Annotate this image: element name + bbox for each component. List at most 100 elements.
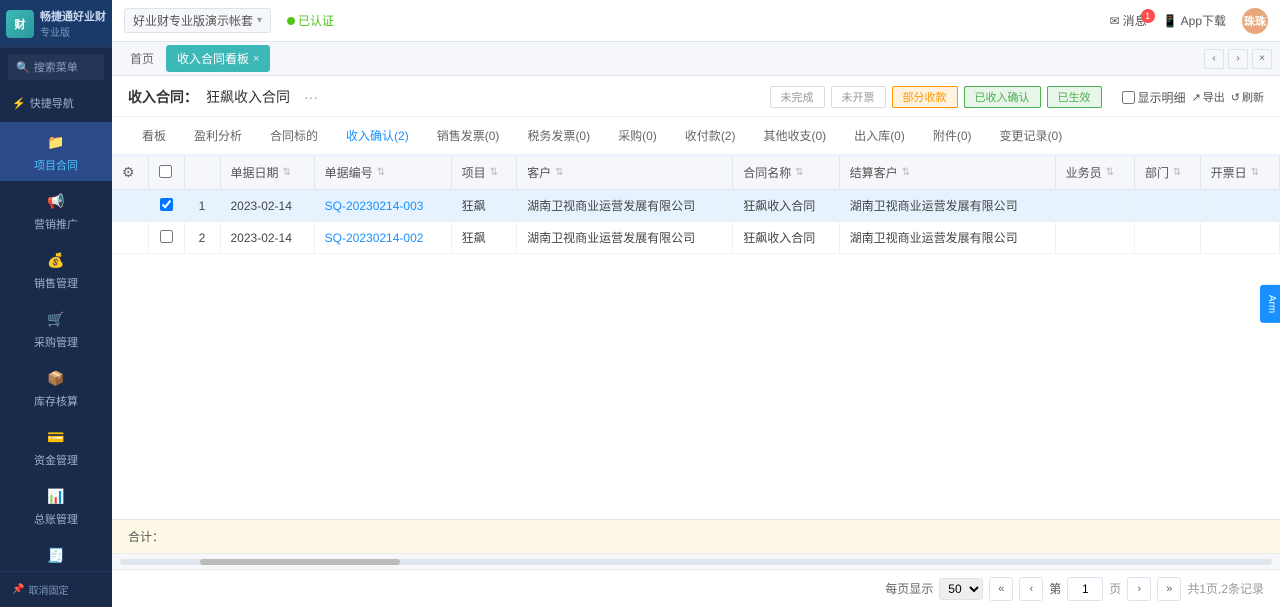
show-detail-checkbox-label[interactable]: 显示明细 — [1122, 89, 1186, 106]
quick-nav-item[interactable]: ⚡ 快捷导航 — [0, 86, 112, 122]
subnav-item-tax-invoice[interactable]: 税务发票(0) — [513, 117, 604, 156]
sidebar-item-ledger[interactable]: 📊 总账管理 — [0, 476, 112, 535]
tab-close-all-button[interactable]: × — [1252, 49, 1272, 69]
sidebar-item-fund[interactable]: 💳 资金管理 — [0, 417, 112, 476]
export-button[interactable]: ↗ 导出 — [1192, 89, 1225, 105]
th-project[interactable]: 项目⇅ — [451, 156, 517, 190]
logo-text: 畅捷通好业财 专业版 — [40, 8, 106, 39]
th-date[interactable]: 单据日期⇅ — [220, 156, 314, 190]
row2-code-link[interactable]: SQ-20230214-002 — [325, 231, 424, 245]
th-dept[interactable]: 部门⇅ — [1134, 156, 1200, 190]
scrollbar-track[interactable] — [120, 559, 1272, 565]
search-menu-button[interactable]: 🔍 搜索菜单 — [8, 54, 104, 80]
th-salesperson[interactable]: 业务员⇅ — [1055, 156, 1134, 190]
header-right-actions: 显示明细 ↗ 导出 ↺ 刷新 — [1122, 89, 1264, 106]
row1-checkbox[interactable] — [160, 198, 173, 211]
sort-project-icon: ⇅ — [490, 167, 498, 178]
ledger-icon: 📊 — [44, 484, 68, 508]
tab-close-icon[interactable]: × — [253, 53, 259, 65]
search-icon: 🔍 — [16, 61, 30, 74]
subnav-item-sales-invoice[interactable]: 销售发票(0) — [423, 117, 514, 156]
content-header: 收入合同： 狂飙收入合同 ··· 未完成 未开票 部分收款 已收入确认 已生效 … — [112, 76, 1280, 117]
subnav-item-attachment[interactable]: 附件(0) — [919, 117, 986, 156]
row1-date-cell: 2023-02-14 — [220, 190, 314, 222]
main-area: 好业财专业版演示帐套 ▾ 已认证 ✉ 1 消息 📱 App下载 珠珠 — [112, 0, 1280, 607]
status-partial-received[interactable]: 部分收款 — [892, 86, 958, 108]
user-avatar[interactable]: 珠珠 — [1242, 8, 1268, 34]
prev-page-button[interactable]: ‹ — [1019, 577, 1043, 601]
sidebar-item-invoice[interactable]: 🧾 发票管理 — [0, 535, 112, 571]
row2-customer-cell: 湖南卫视商业运营发展有限公司 — [517, 222, 733, 254]
row2-salesperson-cell — [1055, 222, 1134, 254]
tabbar: 首页 收入合同看板 × ‹ › × — [112, 42, 1280, 76]
th-num — [184, 156, 220, 190]
th-contract[interactable]: 合同名称⇅ — [733, 156, 839, 190]
table-container: ⚙ 单据日期⇅ 单据编号⇅ 项目⇅ — [112, 156, 1280, 519]
sidebar-item-sales[interactable]: 💰 销售管理 — [0, 240, 112, 299]
tab-income-contract[interactable]: 收入合同看板 × — [166, 45, 270, 72]
sidebar-item-marketing[interactable]: 📢 营销推广 — [0, 181, 112, 240]
subnav-item-change-record[interactable]: 变更记录(0) — [986, 117, 1077, 156]
status-income-confirmed[interactable]: 已收入确认 — [964, 86, 1041, 108]
page-number-input[interactable] — [1067, 577, 1103, 601]
subnav-item-other-income[interactable]: 其他收支(0) — [749, 117, 840, 156]
sort-salesperson-icon: ⇅ — [1106, 167, 1114, 178]
page-title-name: 狂飙收入合同 — [206, 87, 290, 107]
row2-code-cell[interactable]: SQ-20230214-002 — [314, 222, 451, 254]
row2-checkbox[interactable] — [160, 230, 173, 243]
app-download-button[interactable]: 📱 App下载 — [1163, 12, 1226, 29]
row1-project-cell: 狂飙 — [451, 190, 517, 222]
scrollbar-thumb[interactable] — [200, 559, 400, 565]
download-icon: 📱 — [1163, 14, 1178, 28]
table-row[interactable]: 2 2023-02-14 SQ-20230214-002 狂飙 湖南卫视商业运营… — [112, 222, 1280, 254]
data-table: ⚙ 单据日期⇅ 单据编号⇅ 项目⇅ — [112, 156, 1280, 254]
sidebar: 财 畅捷通好业财 专业版 🔍 搜索菜单 ⚡ 快捷导航 📁 项目合同 📢 营销推广… — [0, 0, 112, 607]
row1-gear-cell — [112, 190, 148, 222]
subnav-item-board[interactable]: 看板 — [128, 117, 180, 156]
status-not-complete[interactable]: 未完成 — [770, 86, 825, 108]
tab-home[interactable]: 首页 — [120, 46, 164, 71]
subnav-item-purchase[interactable]: 采购(0) — [604, 117, 671, 156]
sidebar-item-inventory[interactable]: 📦 库存核算 — [0, 358, 112, 417]
topbar: 好业财专业版演示帐套 ▾ 已认证 ✉ 1 消息 📱 App下载 珠珠 — [112, 0, 1280, 42]
sidebar-item-project-contract[interactable]: 📁 项目合同 — [0, 122, 112, 181]
status-effective[interactable]: 已生效 — [1047, 86, 1102, 108]
last-page-button[interactable]: » — [1157, 577, 1181, 601]
th-code[interactable]: 单据编号⇅ — [314, 156, 451, 190]
sidebar-search-area[interactable]: 🔍 搜索菜单 — [0, 48, 112, 86]
row1-checkbox-cell[interactable] — [148, 190, 184, 222]
sort-contract-icon: ⇅ — [795, 167, 803, 178]
th-open-date[interactable]: 开票日⇅ — [1200, 156, 1279, 190]
table-row[interactable]: 1 2023-02-14 SQ-20230214-003 狂飙 湖南卫视商业运营… — [112, 190, 1280, 222]
tab-next-button[interactable]: › — [1228, 49, 1248, 69]
unpin-button[interactable]: 📌 取消固定 — [6, 578, 106, 601]
subnav-item-payment[interactable]: 收付款(2) — [671, 117, 750, 156]
subnav-item-profit[interactable]: 盈利分析 — [180, 117, 256, 156]
sidebar-item-purchase[interactable]: 🛒 采购管理 — [0, 299, 112, 358]
company-selector[interactable]: 好业财专业版演示帐套 ▾ — [124, 8, 271, 33]
more-button[interactable]: ··· — [298, 87, 324, 107]
next-page-button[interactable]: › — [1127, 577, 1151, 601]
page-size-select[interactable]: 50 — [939, 578, 983, 600]
subnav-item-income-confirm[interactable]: 收入确认(2) — [332, 117, 423, 156]
th-customer[interactable]: 客户⇅ — [517, 156, 733, 190]
table-footer: 合计： — [112, 519, 1280, 553]
select-all-checkbox[interactable] — [159, 165, 172, 178]
th-settle-customer[interactable]: 结算客户⇅ — [839, 156, 1055, 190]
row2-checkbox-cell[interactable] — [148, 222, 184, 254]
row2-date-cell: 2023-02-14 — [220, 222, 314, 254]
subnav-item-inout-storage[interactable]: 出入库(0) — [840, 117, 919, 156]
row1-dept-cell — [1134, 190, 1200, 222]
th-settings: ⚙ — [112, 156, 148, 190]
status-not-invoiced[interactable]: 未开票 — [831, 86, 886, 108]
right-panel-button[interactable]: Arm — [1260, 284, 1280, 322]
refresh-button[interactable]: ↺ 刷新 — [1231, 89, 1264, 105]
first-page-button[interactable]: « — [989, 577, 1013, 601]
row1-code-link[interactable]: SQ-20230214-003 — [325, 199, 424, 213]
subnav-item-contract-subject[interactable]: 合同标的 — [256, 117, 332, 156]
show-detail-checkbox[interactable] — [1122, 91, 1135, 104]
tab-prev-button[interactable]: ‹ — [1204, 49, 1224, 69]
row1-code-cell[interactable]: SQ-20230214-003 — [314, 190, 451, 222]
column-settings-button[interactable]: ⚙ — [122, 164, 135, 181]
message-button[interactable]: ✉ 1 消息 — [1110, 12, 1147, 29]
